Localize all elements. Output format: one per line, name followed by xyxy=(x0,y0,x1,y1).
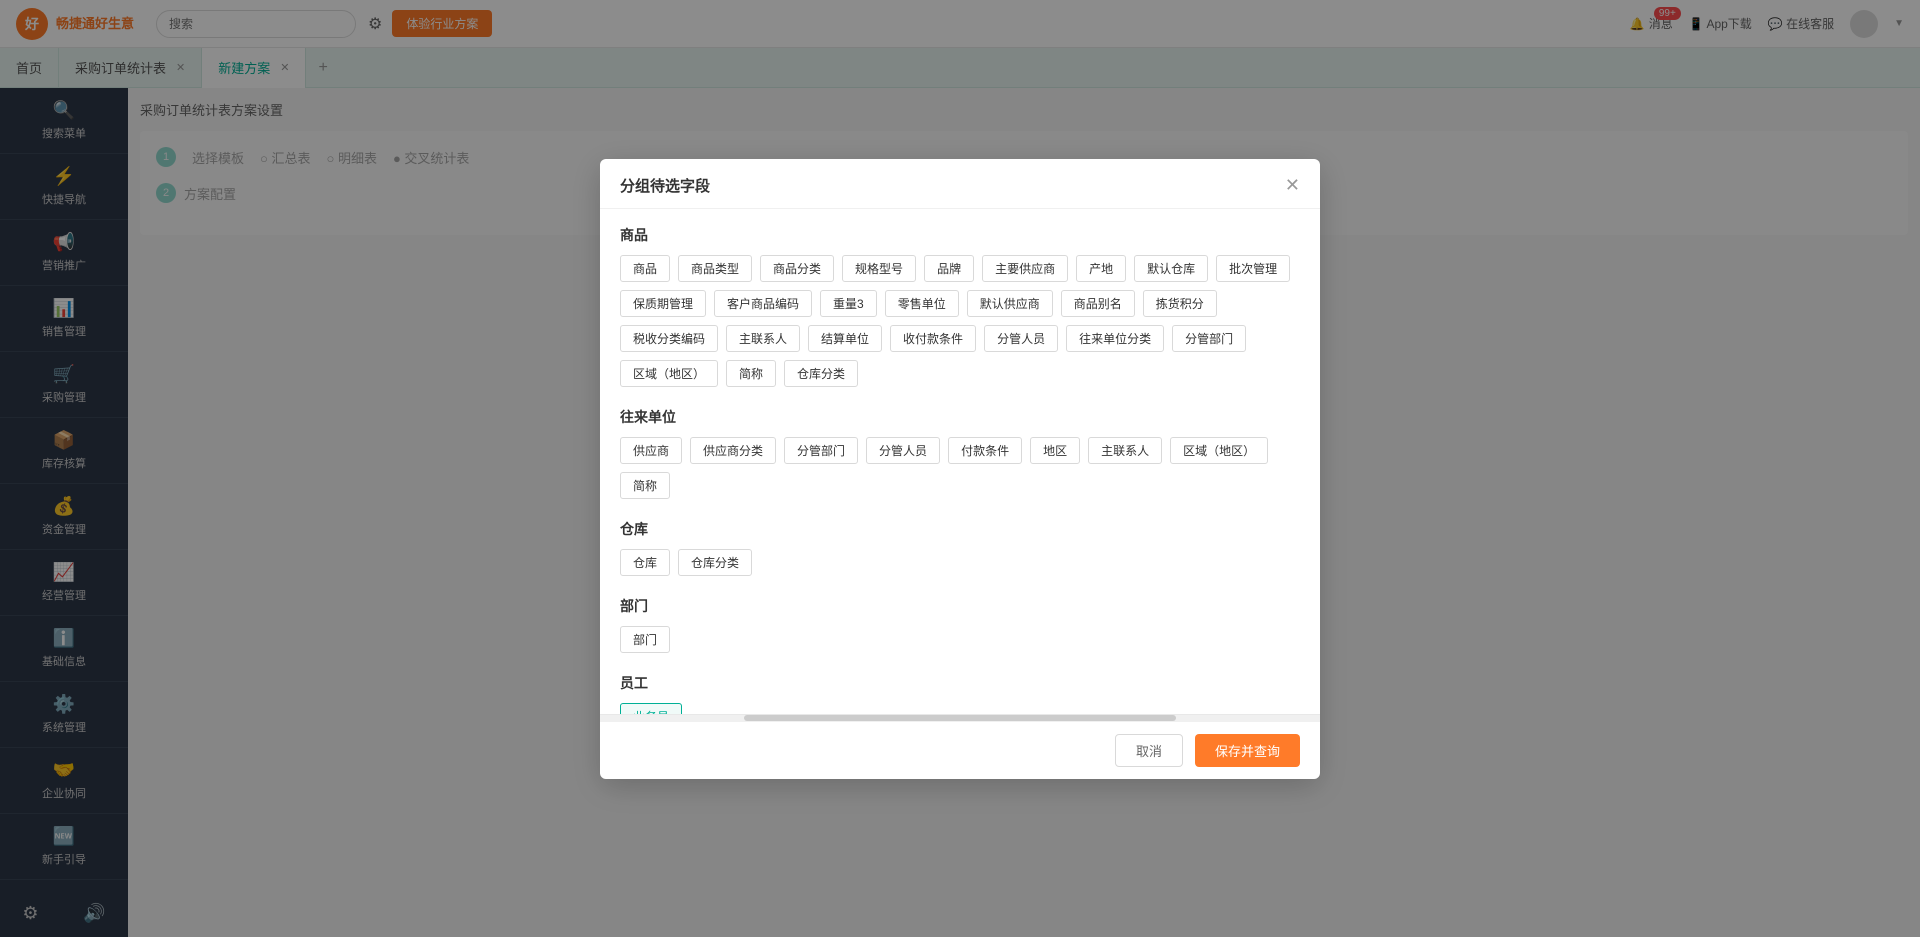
field-default-supplier[interactable]: 默认供应商 xyxy=(967,290,1053,317)
field-partner-dept[interactable]: 分管部门 xyxy=(784,437,858,464)
field-goods[interactable]: 商品 xyxy=(620,255,670,282)
field-payment-terms[interactable]: 收付款条件 xyxy=(890,325,976,352)
field-spec-model[interactable]: 规格型号 xyxy=(842,255,916,282)
field-department[interactable]: 部门 xyxy=(620,626,670,653)
modal-body: 商品 商品 商品类型 商品分类 规格型号 品牌 主要供应商 产地 默认仓库 批次… xyxy=(600,209,1320,714)
field-grid-department: 部门 xyxy=(620,626,1300,653)
field-short-name[interactable]: 简称 xyxy=(726,360,776,387)
section-department: 部门 部门 xyxy=(620,596,1300,653)
field-brand[interactable]: 品牌 xyxy=(924,255,974,282)
field-goods-type[interactable]: 商品类型 xyxy=(678,255,752,282)
section-employee: 员工 业务员 xyxy=(620,673,1300,714)
field-origin[interactable]: 产地 xyxy=(1076,255,1126,282)
save-button[interactable]: 保存并查询 xyxy=(1195,734,1300,767)
field-weight3[interactable]: 重量3 xyxy=(820,290,877,317)
field-dept[interactable]: 分管部门 xyxy=(1172,325,1246,352)
section-goods-title: 商品 xyxy=(620,225,1300,245)
modal-close-button[interactable]: ✕ xyxy=(1285,176,1300,194)
section-partner: 往来单位 供应商 供应商分类 分管部门 分管人员 付款条件 地区 主联系人 区域… xyxy=(620,407,1300,499)
field-select-modal: 分组待选字段 ✕ 商品 商品 商品类型 商品分类 规格型号 品牌 主要供应商 产… xyxy=(600,159,1320,779)
modal-footer: 取消 保存并查询 xyxy=(600,721,1320,779)
field-pick-score[interactable]: 拣货积分 xyxy=(1143,290,1217,317)
field-region[interactable]: 区域（地区） xyxy=(620,360,718,387)
field-goods-category[interactable]: 商品分类 xyxy=(760,255,834,282)
field-partner-category[interactable]: 往来单位分类 xyxy=(1066,325,1164,352)
section-warehouse: 仓库 仓库 仓库分类 xyxy=(620,519,1300,576)
field-partner-region[interactable]: 区域（地区） xyxy=(1170,437,1268,464)
field-settlement-unit[interactable]: 结算单位 xyxy=(808,325,882,352)
field-default-warehouse[interactable]: 默认仓库 xyxy=(1134,255,1208,282)
section-department-title: 部门 xyxy=(620,596,1300,616)
field-manager[interactable]: 分管人员 xyxy=(984,325,1058,352)
section-goods: 商品 商品 商品类型 商品分类 规格型号 品牌 主要供应商 产地 默认仓库 批次… xyxy=(620,225,1300,387)
field-warehouse-category[interactable]: 仓库分类 xyxy=(784,360,858,387)
field-grid-warehouse: 仓库 仓库分类 xyxy=(620,549,1300,576)
field-sales-rep[interactable]: 业务员 xyxy=(620,703,682,714)
field-partner-short-name[interactable]: 简称 xyxy=(620,472,670,499)
section-partner-title: 往来单位 xyxy=(620,407,1300,427)
field-retail-unit[interactable]: 零售单位 xyxy=(885,290,959,317)
field-payment-condition[interactable]: 付款条件 xyxy=(948,437,1022,464)
field-partner-manager[interactable]: 分管人员 xyxy=(866,437,940,464)
field-grid-partner: 供应商 供应商分类 分管部门 分管人员 付款条件 地区 主联系人 区域（地区） … xyxy=(620,437,1300,499)
field-partner-contact[interactable]: 主联系人 xyxy=(1088,437,1162,464)
field-warehouse-cat[interactable]: 仓库分类 xyxy=(678,549,752,576)
field-supplier-category[interactable]: 供应商分类 xyxy=(690,437,776,464)
field-grid-employee: 业务员 xyxy=(620,703,1300,714)
field-warehouse[interactable]: 仓库 xyxy=(620,549,670,576)
field-supplier[interactable]: 供应商 xyxy=(620,437,682,464)
cancel-button[interactable]: 取消 xyxy=(1115,734,1183,767)
field-main-supplier[interactable]: 主要供应商 xyxy=(982,255,1068,282)
field-main-contact[interactable]: 主联系人 xyxy=(726,325,800,352)
modal-header: 分组待选字段 ✕ xyxy=(600,159,1320,209)
field-area[interactable]: 地区 xyxy=(1030,437,1080,464)
section-employee-title: 员工 xyxy=(620,673,1300,693)
modal-overlay: 分组待选字段 ✕ 商品 商品 商品类型 商品分类 规格型号 品牌 主要供应商 产… xyxy=(0,0,1920,937)
field-expiry-mgmt[interactable]: 保质期管理 xyxy=(620,290,706,317)
field-customer-code[interactable]: 客户商品编码 xyxy=(714,290,812,317)
modal-horizontal-scrollbar[interactable] xyxy=(600,714,1320,721)
field-grid-goods: 商品 商品类型 商品分类 规格型号 品牌 主要供应商 产地 默认仓库 批次管理 … xyxy=(620,255,1300,387)
field-goods-alias[interactable]: 商品别名 xyxy=(1061,290,1135,317)
field-tax-code[interactable]: 税收分类编码 xyxy=(620,325,718,352)
section-warehouse-title: 仓库 xyxy=(620,519,1300,539)
field-batch-mgmt[interactable]: 批次管理 xyxy=(1216,255,1290,282)
modal-title: 分组待选字段 xyxy=(620,175,710,196)
